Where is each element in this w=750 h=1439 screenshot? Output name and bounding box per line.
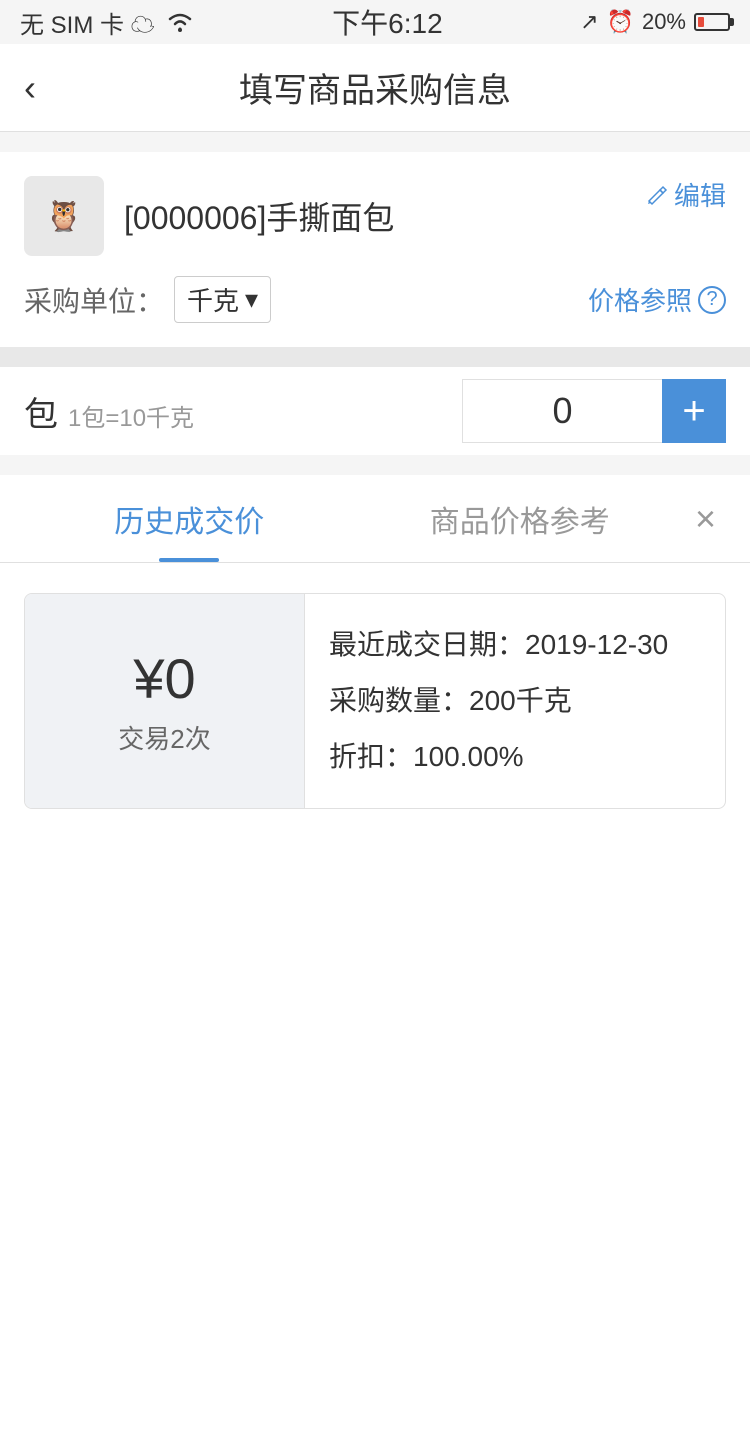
- quantity-row: 包 1包=10千克 +: [0, 367, 750, 455]
- transaction-card: ¥0 交易2次 最近成交日期：2019-12-30 采购数量：200千克 折扣：…: [24, 593, 726, 809]
- tab-panel: 历史成交价 商品价格参考 × ¥0 交易2次 最近成交日期：2019-12-30…: [0, 475, 750, 839]
- product-card: 🦉 [0000006]手撕面包 编辑 采购单位： 千克 ▾ 价格参照 ?: [0, 152, 750, 347]
- battery-pct: 20%: [642, 9, 686, 35]
- qty-unit: 包: [24, 387, 58, 436]
- transaction-count: 交易2次: [118, 719, 210, 756]
- product-left: 🦉 [0000006]手撕面包: [24, 176, 394, 256]
- tab-header: 历史成交价 商品价格参考 ×: [0, 475, 750, 563]
- product-icon: 🦉: [24, 176, 104, 256]
- sim-label: 无 SIM 卡 ☁: [20, 5, 155, 40]
- tab-content: ¥0 交易2次 最近成交日期：2019-12-30 采购数量：200千克 折扣：…: [0, 563, 750, 839]
- product-header: 🦉 [0000006]手撕面包 编辑: [24, 176, 726, 256]
- qty-row-label: 采购数量：: [329, 685, 469, 716]
- product-name: [0000006]手撕面包: [124, 193, 394, 239]
- qty-plus-button[interactable]: +: [662, 379, 726, 443]
- transaction-price: ¥0: [133, 646, 195, 711]
- status-left: 无 SIM 卡 ☁: [20, 5, 195, 40]
- wifi-icon: [165, 11, 195, 33]
- edit-icon: [646, 184, 668, 206]
- qty-conversion: 1包=10千克: [68, 398, 194, 433]
- tab-price-ref[interactable]: 商品价格参考: [354, 475, 684, 562]
- tab-close-button[interactable]: ×: [685, 498, 726, 540]
- quantity-input-area: +: [462, 379, 726, 443]
- quantity-label-area: 包 1包=10千克: [24, 387, 194, 436]
- recent-date-value: 2019-12-30: [525, 629, 668, 660]
- tab-history-price[interactable]: 历史成交价: [24, 475, 354, 562]
- battery-icon: [694, 13, 730, 31]
- status-bar: 无 SIM 卡 ☁ 下午6:12 ↗ ⏰ 20%: [0, 0, 750, 44]
- edit-button[interactable]: 编辑: [646, 176, 726, 213]
- divider: [0, 347, 750, 367]
- status-time: 下午6:12: [332, 2, 443, 42]
- unit-select[interactable]: 千克 ▾: [174, 276, 271, 323]
- qty-row: 采购数量：200千克: [329, 680, 701, 722]
- nav-header: ‹ 填写商品采购信息: [0, 44, 750, 132]
- price-ref-label: 价格参照: [588, 281, 692, 318]
- alarm-icon: ⏰: [607, 9, 634, 35]
- status-right: ↗ ⏰ 20%: [580, 9, 730, 35]
- product-unit-row: 采购单位： 千克 ▾ 价格参照 ?: [24, 276, 726, 323]
- transaction-right: 最近成交日期：2019-12-30 采购数量：200千克 折扣：100.00%: [305, 594, 725, 808]
- quantity-input[interactable]: [462, 379, 662, 443]
- help-icon: ?: [698, 286, 726, 314]
- discount-row: 折扣：100.00%: [329, 736, 701, 778]
- discount-label: 折扣：: [329, 741, 413, 772]
- location-icon: ↗: [580, 9, 598, 35]
- transaction-left: ¥0 交易2次: [25, 594, 305, 808]
- edit-label: 编辑: [674, 176, 726, 213]
- discount-value: 100.00%: [413, 741, 524, 772]
- tab1-label: 历史成交价: [114, 497, 264, 541]
- price-ref-button[interactable]: 价格参照 ?: [588, 281, 726, 318]
- unit-label: 采购单位：: [24, 280, 164, 320]
- tab2-label: 商品价格参考: [430, 497, 610, 541]
- page-title: 填写商品采购信息: [239, 63, 511, 112]
- content-empty: [0, 839, 750, 1439]
- back-button[interactable]: ‹: [24, 67, 36, 109]
- unit-arrow: ▾: [245, 284, 258, 315]
- qty-row-value: 200千克: [469, 685, 572, 716]
- unit-value: 千克: [187, 281, 239, 318]
- recent-date-label: 最近成交日期：: [329, 629, 525, 660]
- recent-date-row: 最近成交日期：2019-12-30: [329, 624, 701, 666]
